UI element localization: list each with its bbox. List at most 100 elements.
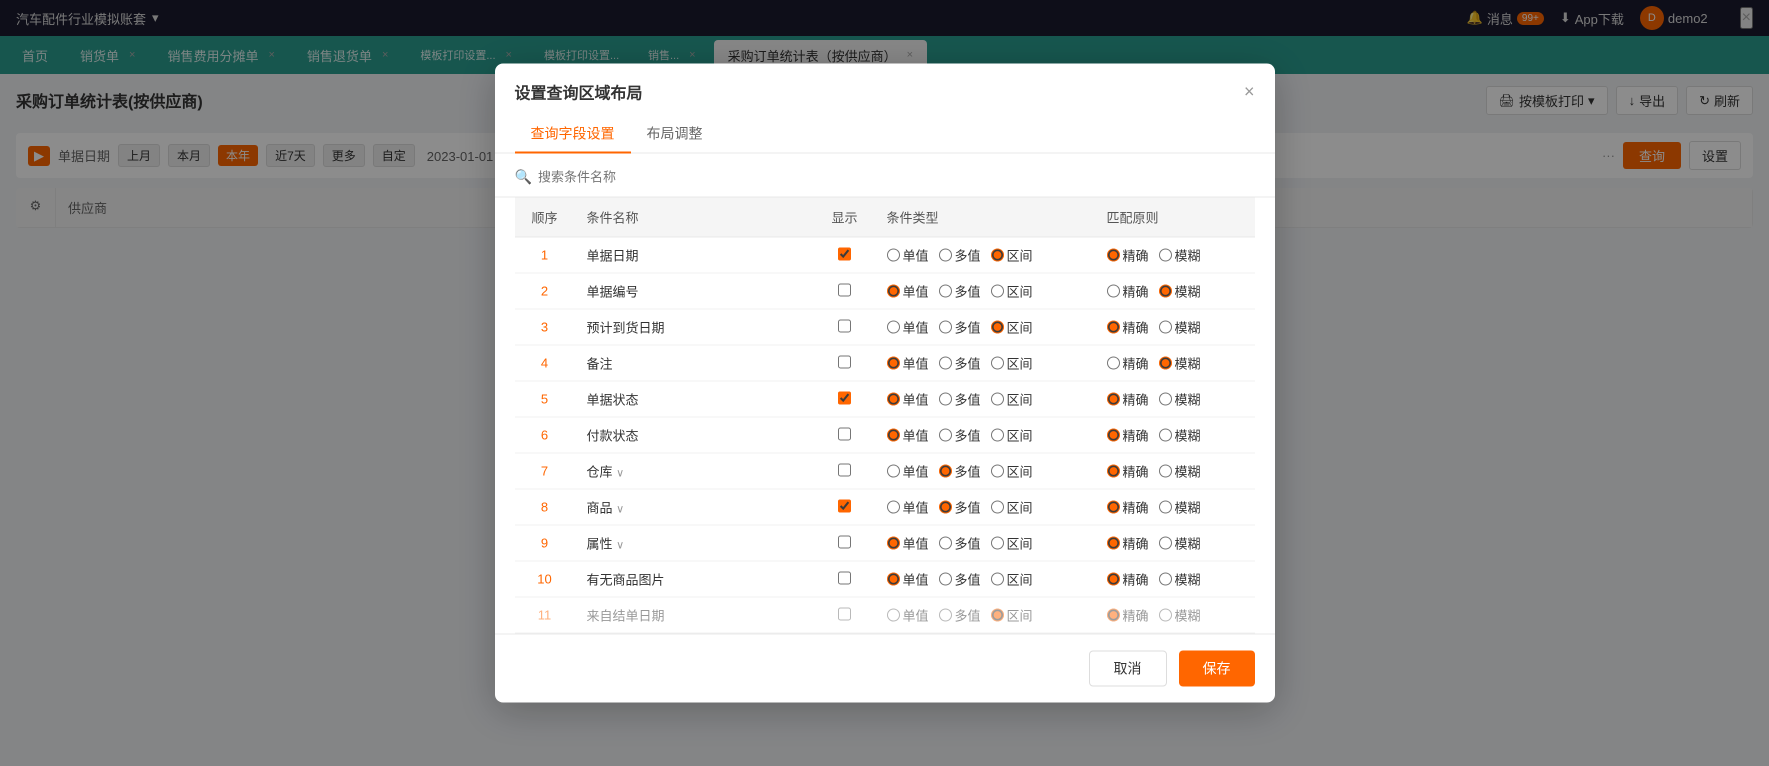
fields-table: 顺序 条件名称 显示 条件类型 匹配原则 1单据日期单值多值区间精确模糊2单据编… [515, 198, 1255, 634]
rule-option-模糊[interactable]: 模糊 [1159, 354, 1201, 373]
type-option-单值[interactable]: 单值 [887, 354, 929, 373]
display-checkbox-10[interactable] [838, 571, 851, 584]
rule-option-精确[interactable]: 精确 [1107, 534, 1149, 553]
row-name-3: 预计到货日期 [575, 309, 815, 345]
rule-option-模糊[interactable]: 模糊 [1159, 498, 1201, 517]
row-name-11: 来自结单日期 [575, 597, 815, 633]
row-type-10: 单值多值区间 [875, 561, 1095, 597]
type-option-区间[interactable]: 区间 [991, 318, 1033, 337]
rule-option-精确[interactable]: 精确 [1107, 318, 1149, 337]
row-order-9: 9 [515, 525, 575, 561]
type-option-单值[interactable]: 单值 [887, 462, 929, 481]
search-input[interactable] [538, 166, 738, 189]
type-option-多值[interactable]: 多值 [939, 282, 981, 301]
rule-option-模糊[interactable]: 模糊 [1159, 570, 1201, 589]
row-order-6: 6 [515, 417, 575, 453]
rule-option-模糊[interactable]: 模糊 [1159, 426, 1201, 445]
type-option-多值[interactable]: 多值 [939, 318, 981, 337]
dialog-table-wrap: 顺序 条件名称 显示 条件类型 匹配原则 1单据日期单值多值区间精确模糊2单据编… [495, 198, 1275, 634]
type-option-单值[interactable]: 单值 [887, 570, 929, 589]
row-name-10: 有无商品图片 [575, 561, 815, 597]
type-option-多值[interactable]: 多值 [939, 390, 981, 409]
rule-option-模糊[interactable]: 模糊 [1159, 534, 1201, 553]
type-option-区间[interactable]: 区间 [991, 390, 1033, 409]
row-order-7: 7 [515, 453, 575, 489]
display-checkbox-11[interactable] [838, 607, 851, 620]
rule-option-精确[interactable]: 精确 [1107, 426, 1149, 445]
type-option-单值[interactable]: 单值 [887, 606, 929, 625]
row-rule-7: 精确模糊 [1095, 453, 1255, 489]
save-button[interactable]: 保存 [1179, 651, 1255, 687]
display-checkbox-1[interactable] [838, 247, 851, 260]
type-option-单值[interactable]: 单值 [887, 246, 929, 265]
type-option-区间[interactable]: 区间 [991, 534, 1033, 553]
row-name-9: 属性 ∨ [575, 525, 815, 561]
type-option-单值[interactable]: 单值 [887, 318, 929, 337]
display-checkbox-3[interactable] [838, 319, 851, 332]
rule-option-模糊[interactable]: 模糊 [1159, 318, 1201, 337]
rule-option-模糊[interactable]: 模糊 [1159, 462, 1201, 481]
rule-option-精确[interactable]: 精确 [1107, 282, 1149, 301]
dialog-close-button[interactable]: × [1244, 83, 1255, 101]
rule-option-模糊[interactable]: 模糊 [1159, 282, 1201, 301]
display-checkbox-6[interactable] [838, 427, 851, 440]
type-option-多值[interactable]: 多值 [939, 534, 981, 553]
row-rule-1: 精确模糊 [1095, 237, 1255, 273]
type-option-区间[interactable]: 区间 [991, 282, 1033, 301]
cancel-button[interactable]: 取消 [1089, 651, 1167, 687]
type-option-单值[interactable]: 单值 [887, 498, 929, 517]
rule-option-精确[interactable]: 精确 [1107, 606, 1149, 625]
rule-option-精确[interactable]: 精确 [1107, 498, 1149, 517]
row-display-7 [815, 453, 875, 489]
settings-dialog: 设置查询区域布局 × 查询字段设置 布局调整 🔍 顺序 条件名称 显示 条件类型… [495, 64, 1275, 703]
type-option-区间[interactable]: 区间 [991, 606, 1033, 625]
tab-layout[interactable]: 布局调整 [631, 116, 719, 154]
rule-option-精确[interactable]: 精确 [1107, 462, 1149, 481]
rule-option-精确[interactable]: 精确 [1107, 354, 1149, 373]
display-checkbox-5[interactable] [838, 391, 851, 404]
type-option-多值[interactable]: 多值 [939, 606, 981, 625]
display-checkbox-7[interactable] [838, 463, 851, 476]
row-order-8: 8 [515, 489, 575, 525]
type-option-单值[interactable]: 单值 [887, 534, 929, 553]
col-rule: 匹配原则 [1095, 198, 1255, 238]
row-display-4 [815, 345, 875, 381]
table-row: 1单据日期单值多值区间精确模糊 [515, 237, 1255, 273]
rule-option-精确[interactable]: 精确 [1107, 570, 1149, 589]
row-type-3: 单值多值区间 [875, 309, 1095, 345]
type-option-多值[interactable]: 多值 [939, 426, 981, 445]
rule-option-模糊[interactable]: 模糊 [1159, 246, 1201, 265]
row-type-9: 单值多值区间 [875, 525, 1095, 561]
type-option-区间[interactable]: 区间 [991, 246, 1033, 265]
type-option-区间[interactable]: 区间 [991, 354, 1033, 373]
table-row: 11来自结单日期单值多值区间精确模糊 [515, 597, 1255, 633]
type-option-区间[interactable]: 区间 [991, 498, 1033, 517]
display-checkbox-9[interactable] [838, 535, 851, 548]
tab-fields[interactable]: 查询字段设置 [515, 116, 631, 154]
type-option-多值[interactable]: 多值 [939, 570, 981, 589]
rule-option-精确[interactable]: 精确 [1107, 390, 1149, 409]
rule-option-模糊[interactable]: 模糊 [1159, 390, 1201, 409]
type-option-单值[interactable]: 单值 [887, 426, 929, 445]
type-option-多值[interactable]: 多值 [939, 462, 981, 481]
rule-option-精确[interactable]: 精确 [1107, 246, 1149, 265]
row-order-10: 10 [515, 561, 575, 597]
row-display-5 [815, 381, 875, 417]
type-option-单值[interactable]: 单值 [887, 390, 929, 409]
row-display-2 [815, 273, 875, 309]
display-checkbox-2[interactable] [838, 283, 851, 296]
display-checkbox-8[interactable] [838, 499, 851, 512]
rule-option-模糊[interactable]: 模糊 [1159, 606, 1201, 625]
type-option-区间[interactable]: 区间 [991, 462, 1033, 481]
row-order-4: 4 [515, 345, 575, 381]
type-option-区间[interactable]: 区间 [991, 426, 1033, 445]
type-option-多值[interactable]: 多值 [939, 354, 981, 373]
row-name-7: 仓库 ∨ [575, 453, 815, 489]
type-option-多值[interactable]: 多值 [939, 498, 981, 517]
dialog-tabs: 查询字段设置 布局调整 [495, 104, 1275, 154]
row-type-7: 单值多值区间 [875, 453, 1095, 489]
type-option-区间[interactable]: 区间 [991, 570, 1033, 589]
type-option-多值[interactable]: 多值 [939, 246, 981, 265]
display-checkbox-4[interactable] [838, 355, 851, 368]
type-option-单值[interactable]: 单值 [887, 282, 929, 301]
